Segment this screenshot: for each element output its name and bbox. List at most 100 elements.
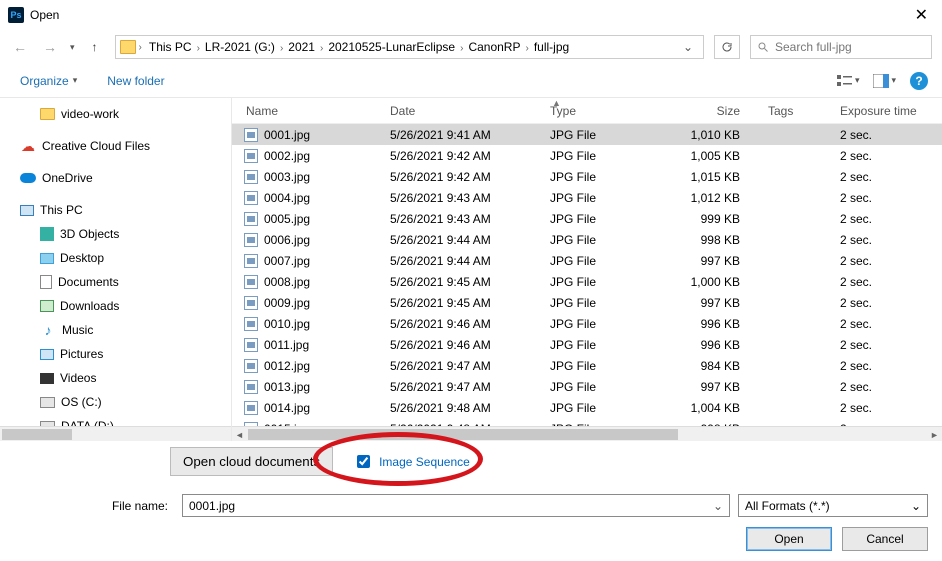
organize-button[interactable]: Organize▾	[14, 70, 83, 92]
file-date: 5/26/2021 9:47 AM	[382, 359, 542, 373]
tree-item[interactable]: ♪Music	[12, 318, 231, 342]
onedrive-icon	[20, 173, 36, 183]
file-row[interactable]: 0002.jpg5/26/2021 9:42 AMJPG File1,005 K…	[232, 145, 942, 166]
tree-item[interactable]: ☁Creative Cloud Files	[12, 134, 231, 158]
file-date: 5/26/2021 9:44 AM	[382, 254, 542, 268]
file-row[interactable]: 0013.jpg5/26/2021 9:47 AMJPG File997 KB2…	[232, 376, 942, 397]
file-row[interactable]: 0015.jpg5/26/2021 9:48 AMJPG File998 KB2…	[232, 418, 942, 426]
back-button[interactable]: ←	[10, 37, 30, 57]
sort-indicator-icon: ▲	[552, 98, 561, 108]
search-input[interactable]: Search full-jpg	[750, 35, 932, 59]
file-size: 1,015 KB	[662, 170, 760, 184]
file-date: 5/26/2021 9:42 AM	[382, 170, 542, 184]
file-row[interactable]: 0005.jpg5/26/2021 9:43 AMJPG File999 KB2…	[232, 208, 942, 229]
up-button[interactable]: ↑	[85, 37, 105, 57]
tree-hscrollbar[interactable]	[0, 426, 231, 441]
file-exposure: 2 sec.	[832, 128, 942, 142]
breadcrumb-segment[interactable]: LR-2021 (G:)	[201, 40, 279, 54]
preview-pane-button[interactable]: ▾	[873, 74, 896, 88]
file-name: 0009.jpg	[264, 296, 382, 310]
tree-item-label: Pictures	[60, 347, 103, 361]
scroll-left-icon[interactable]: ◄	[232, 427, 247, 441]
col-date[interactable]: Date	[382, 104, 542, 118]
cc-icon: ☁	[20, 138, 36, 154]
file-type: JPG File	[542, 170, 662, 184]
jpg-file-icon	[244, 275, 258, 289]
col-name[interactable]: Name	[232, 104, 382, 118]
tree-item[interactable]: 3D Objects	[12, 222, 231, 246]
col-size[interactable]: Size	[662, 104, 760, 118]
file-row[interactable]: 0008.jpg5/26/2021 9:45 AMJPG File1,000 K…	[232, 271, 942, 292]
col-tags[interactable]: Tags	[760, 104, 832, 118]
file-name: 0011.jpg	[264, 338, 382, 352]
tree-item[interactable]: OneDrive	[12, 166, 231, 190]
col-exposure[interactable]: Exposure time	[832, 104, 942, 118]
jpg-file-icon	[244, 233, 258, 247]
file-row[interactable]: 0001.jpg5/26/2021 9:41 AMJPG File1,010 K…	[232, 124, 942, 145]
file-row[interactable]: 0014.jpg5/26/2021 9:48 AMJPG File1,004 K…	[232, 397, 942, 418]
tree-item-label: Videos	[60, 371, 96, 385]
column-headers[interactable]: Name Date Type Size Tags Exposure time ▲	[232, 98, 942, 124]
breadcrumb-segment[interactable]: full-jpg	[530, 40, 573, 54]
breadcrumb-segment[interactable]: This PC	[145, 40, 196, 54]
tree-item[interactable]: Documents	[12, 270, 231, 294]
new-folder-button[interactable]: New folder	[101, 70, 170, 92]
file-date: 5/26/2021 9:47 AM	[382, 380, 542, 394]
file-type: JPG File	[542, 380, 662, 394]
breadcrumb-segment[interactable]: 2021	[284, 40, 319, 54]
jpg-file-icon	[244, 401, 258, 415]
scroll-right-icon[interactable]: ►	[927, 427, 942, 441]
open-button[interactable]: Open	[746, 527, 832, 551]
tree-item[interactable]: Desktop	[12, 246, 231, 270]
tree-item[interactable]: video-work	[12, 102, 231, 126]
file-size: 999 KB	[662, 212, 760, 226]
view-mode-button[interactable]: ▾	[837, 74, 860, 88]
tree-item[interactable]: This PC	[12, 198, 231, 222]
file-row[interactable]: 0004.jpg5/26/2021 9:43 AMJPG File1,012 K…	[232, 187, 942, 208]
image-sequence-checkbox[interactable]	[357, 455, 370, 468]
list-hscrollbar[interactable]: ◄ ►	[232, 426, 942, 441]
file-size: 997 KB	[662, 380, 760, 394]
file-row[interactable]: 0006.jpg5/26/2021 9:44 AMJPG File998 KB2…	[232, 229, 942, 250]
file-format-select[interactable]: All Formats (*.*) ⌄	[738, 494, 928, 517]
file-size: 996 KB	[662, 338, 760, 352]
file-row[interactable]: 0009.jpg5/26/2021 9:45 AMJPG File997 KB2…	[232, 292, 942, 313]
file-date: 5/26/2021 9:48 AM	[382, 401, 542, 415]
history-dropdown[interactable]: ▾	[70, 42, 75, 53]
file-row[interactable]: 0007.jpg5/26/2021 9:44 AMJPG File997 KB2…	[232, 250, 942, 271]
close-icon[interactable]: ✕	[909, 3, 934, 27]
file-row[interactable]: 0011.jpg5/26/2021 9:46 AMJPG File996 KB2…	[232, 334, 942, 355]
breadcrumb-segment[interactable]: CanonRP	[464, 40, 524, 54]
pic-icon	[40, 349, 54, 360]
breadcrumb[interactable]: › This PC›LR-2021 (G:)›2021›20210525-Lun…	[115, 35, 704, 59]
filename-input[interactable]: 0001.jpg ⌄	[182, 494, 730, 517]
filename-label: File name:	[14, 499, 174, 513]
jpg-file-icon	[244, 296, 258, 310]
nav-tree[interactable]: video-work ☁Creative Cloud Files OneDrive T…	[0, 98, 232, 441]
breadcrumb-dropdown[interactable]: ⌄	[677, 40, 699, 54]
file-name: 0004.jpg	[264, 191, 382, 205]
cancel-button[interactable]: Cancel	[842, 527, 928, 551]
tree-item[interactable]: Videos	[12, 366, 231, 390]
file-type: JPG File	[542, 275, 662, 289]
tree-item-label: OneDrive	[42, 171, 93, 185]
breadcrumb-segment[interactable]: 20210525-LunarEclipse	[324, 40, 459, 54]
open-cloud-documents-button[interactable]: Open cloud documents	[170, 447, 333, 476]
help-button[interactable]: ?	[910, 72, 928, 90]
file-row[interactable]: 0012.jpg5/26/2021 9:47 AMJPG File984 KB2…	[232, 355, 942, 376]
file-date: 5/26/2021 9:44 AM	[382, 233, 542, 247]
tree-item-label: OS (C:)	[61, 395, 102, 409]
tree-item[interactable]: Pictures	[12, 342, 231, 366]
refresh-button[interactable]	[714, 35, 740, 59]
file-exposure: 2 sec.	[832, 149, 942, 163]
file-row[interactable]: 0010.jpg5/26/2021 9:46 AMJPG File996 KB2…	[232, 313, 942, 334]
tree-item[interactable]: Downloads	[12, 294, 231, 318]
tree-item[interactable]: OS (C:)	[12, 390, 231, 414]
file-type: JPG File	[542, 254, 662, 268]
file-exposure: 2 sec.	[832, 380, 942, 394]
dl-icon	[40, 300, 54, 312]
forward-button[interactable]: →	[40, 37, 60, 57]
filename-dropdown[interactable]: ⌄	[713, 499, 723, 513]
file-exposure: 2 sec.	[832, 401, 942, 415]
file-row[interactable]: 0003.jpg5/26/2021 9:42 AMJPG File1,015 K…	[232, 166, 942, 187]
